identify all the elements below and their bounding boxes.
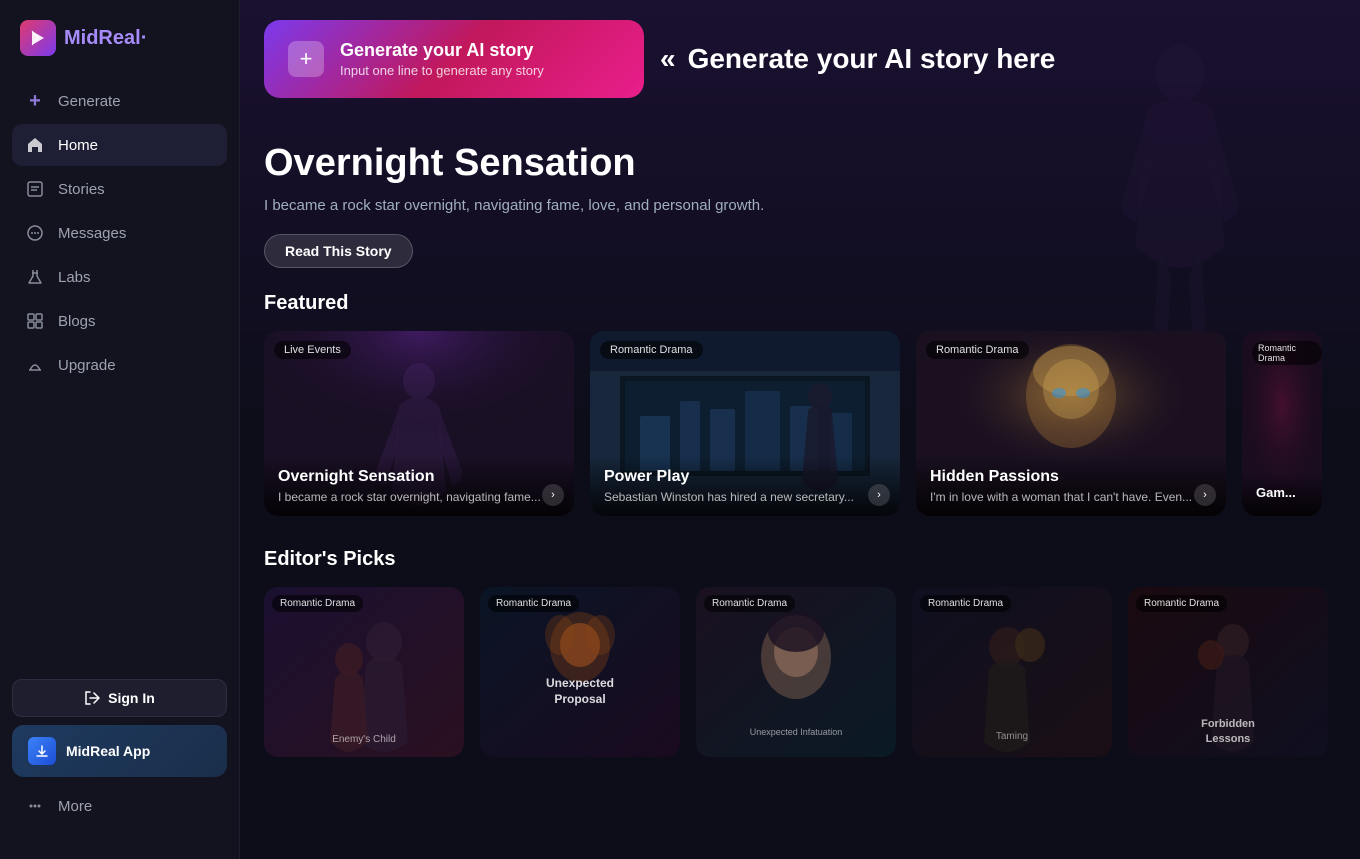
- upgrade-icon: [24, 354, 46, 376]
- featured-cards-row: Live Events Overnight Sensation I became…: [264, 331, 1336, 516]
- blogs-icon: [24, 310, 46, 332]
- sign-in-button[interactable]: Sign In: [12, 679, 227, 717]
- card-overlay: Overnight Sensation I became a rock star…: [264, 456, 574, 516]
- home-icon: [24, 134, 46, 156]
- editor-card-enemies-child[interactable]: Enemy's Child Romantic Drama: [264, 587, 464, 757]
- more-item[interactable]: More: [12, 785, 227, 827]
- svg-text:Enemy's Child: Enemy's Child: [332, 734, 396, 745]
- sidebar-item-upgrade[interactable]: Upgrade: [12, 344, 227, 386]
- logo-area: MidReal·: [0, 20, 239, 80]
- main-content-area: + Generate your AI story Input one line …: [240, 0, 1360, 859]
- editor-badge-1: Romantic Drama: [272, 595, 363, 612]
- logo-icon: [20, 20, 56, 56]
- midreal-app-button[interactable]: MidReal App: [12, 725, 227, 777]
- generate-text-block: Generate your AI story Input one line to…: [340, 40, 544, 78]
- card-overlay-2: Power Play Sebastian Winston has hired a…: [590, 456, 900, 516]
- editor-badge-5: Romantic Drama: [1136, 595, 1227, 612]
- generate-plus-icon: +: [288, 41, 324, 77]
- featured-card-overnight[interactable]: Live Events Overnight Sensation I became…: [264, 331, 574, 516]
- editors-picks-section: Editor's Picks: [264, 548, 1336, 757]
- editors-cards-row: Enemy's Child Romantic Drama: [264, 587, 1336, 757]
- card-arrow-icon: ›: [542, 484, 564, 506]
- card-overlay-3: Hidden Passions I'm in love with a woman…: [916, 456, 1226, 516]
- featured-section: Featured: [264, 292, 1336, 516]
- scrollable-content: + Generate your AI story Input one line …: [240, 0, 1360, 777]
- unexpected-proposal-bg: Unexpected Proposal: [480, 587, 680, 757]
- enemies-child-bg: Enemy's Child: [264, 587, 464, 757]
- live-events-badge: Live Events: [274, 341, 351, 359]
- generate-banner: + Generate your AI story Input one line …: [264, 20, 1336, 98]
- card-arrow-icon-2: ›: [868, 484, 890, 506]
- infatuation-bg: Unexpected Infatuation: [696, 587, 896, 757]
- romantic-drama-badge-2: Romantic Drama: [600, 341, 703, 359]
- featured-card-partial[interactable]: Romantic Drama Gam...: [1242, 331, 1322, 516]
- svg-text:Unexpected: Unexpected: [546, 676, 614, 690]
- editors-section-title: Editor's Picks: [264, 548, 1336, 571]
- card-title-4: Gam...: [1256, 485, 1308, 500]
- card-title-2: Power Play: [604, 468, 886, 486]
- editor-card-forbidden[interactable]: Forbidden Lessons Romantic Drama: [1128, 587, 1328, 757]
- featured-story-description: I became a rock star overnight, navigati…: [264, 197, 1336, 214]
- sidebar-item-stories[interactable]: Stories: [12, 168, 227, 210]
- more-icon: [24, 795, 46, 817]
- svg-text:Forbidden: Forbidden: [1201, 718, 1255, 730]
- logo-text: MidReal·: [64, 27, 147, 50]
- romantic-drama-badge-4: Romantic Drama: [1252, 341, 1322, 365]
- generate-here-text: « Generate your AI story here: [660, 43, 1055, 75]
- svg-text:Unexpected Infatuation: Unexpected Infatuation: [750, 727, 843, 737]
- card-desc-2: Sebastian Winston has hired a new secret…: [604, 490, 886, 504]
- card-arrow-icon-3: ›: [1194, 484, 1216, 506]
- sidebar-item-generate[interactable]: + Generate: [12, 80, 227, 122]
- editor-card-unexpected-proposal[interactable]: Unexpected Proposal Romantic Drama: [480, 587, 680, 757]
- taming-bg: Taming: [912, 587, 1112, 757]
- sidebar-item-blogs[interactable]: Blogs: [12, 300, 227, 342]
- plus-icon: +: [24, 90, 46, 112]
- nav-section: + Generate Home Stories: [0, 80, 239, 667]
- editor-badge-3: Romantic Drama: [704, 595, 795, 612]
- generate-card[interactable]: + Generate your AI story Input one line …: [264, 20, 644, 98]
- featured-section-title: Featured: [264, 292, 1336, 315]
- sidebar-item-home[interactable]: Home: [12, 124, 227, 166]
- read-story-button[interactable]: Read This Story: [264, 234, 413, 268]
- stories-icon: [24, 178, 46, 200]
- sidebar: MidReal· + Generate Home: [0, 0, 240, 859]
- svg-text:Lessons: Lessons: [1206, 733, 1251, 745]
- forbidden-bg: Forbidden Lessons: [1128, 587, 1328, 757]
- sidebar-bottom: Sign In MidReal App More: [0, 667, 239, 839]
- card-title-3: Hidden Passions: [930, 468, 1212, 486]
- editor-badge-4: Romantic Drama: [920, 595, 1011, 612]
- editor-card-taming[interactable]: Taming Romantic Drama: [912, 587, 1112, 757]
- editor-badge-2: Romantic Drama: [488, 595, 579, 612]
- story-hero-section: Overnight Sensation I became a rock star…: [264, 122, 1336, 292]
- chevrons-icon: «: [660, 43, 676, 75]
- card-desc: I became a rock star overnight, navigati…: [278, 490, 560, 504]
- sidebar-item-labs[interactable]: Labs: [12, 256, 227, 298]
- card-overlay-4: Gam...: [1242, 473, 1322, 516]
- editor-card-infatuation[interactable]: Unexpected Infatuation Romantic Drama: [696, 587, 896, 757]
- app-download-icon: [28, 737, 56, 765]
- featured-story-title: Overnight Sensation: [264, 142, 1336, 185]
- featured-card-hiddenpassions[interactable]: Romantic Drama Hidden Passions I'm in lo…: [916, 331, 1226, 516]
- messages-icon: [24, 222, 46, 244]
- card-title: Overnight Sensation: [278, 468, 560, 486]
- svg-text:Proposal: Proposal: [554, 692, 605, 706]
- svg-text:Taming: Taming: [996, 731, 1028, 742]
- sidebar-item-messages[interactable]: Messages: [12, 212, 227, 254]
- card-desc-3: I'm in love with a woman that I can't ha…: [930, 490, 1212, 504]
- labs-icon: [24, 266, 46, 288]
- romantic-drama-badge-3: Romantic Drama: [926, 341, 1029, 359]
- featured-card-powerplay[interactable]: Romantic Drama Power Play Sebastian Wins…: [590, 331, 900, 516]
